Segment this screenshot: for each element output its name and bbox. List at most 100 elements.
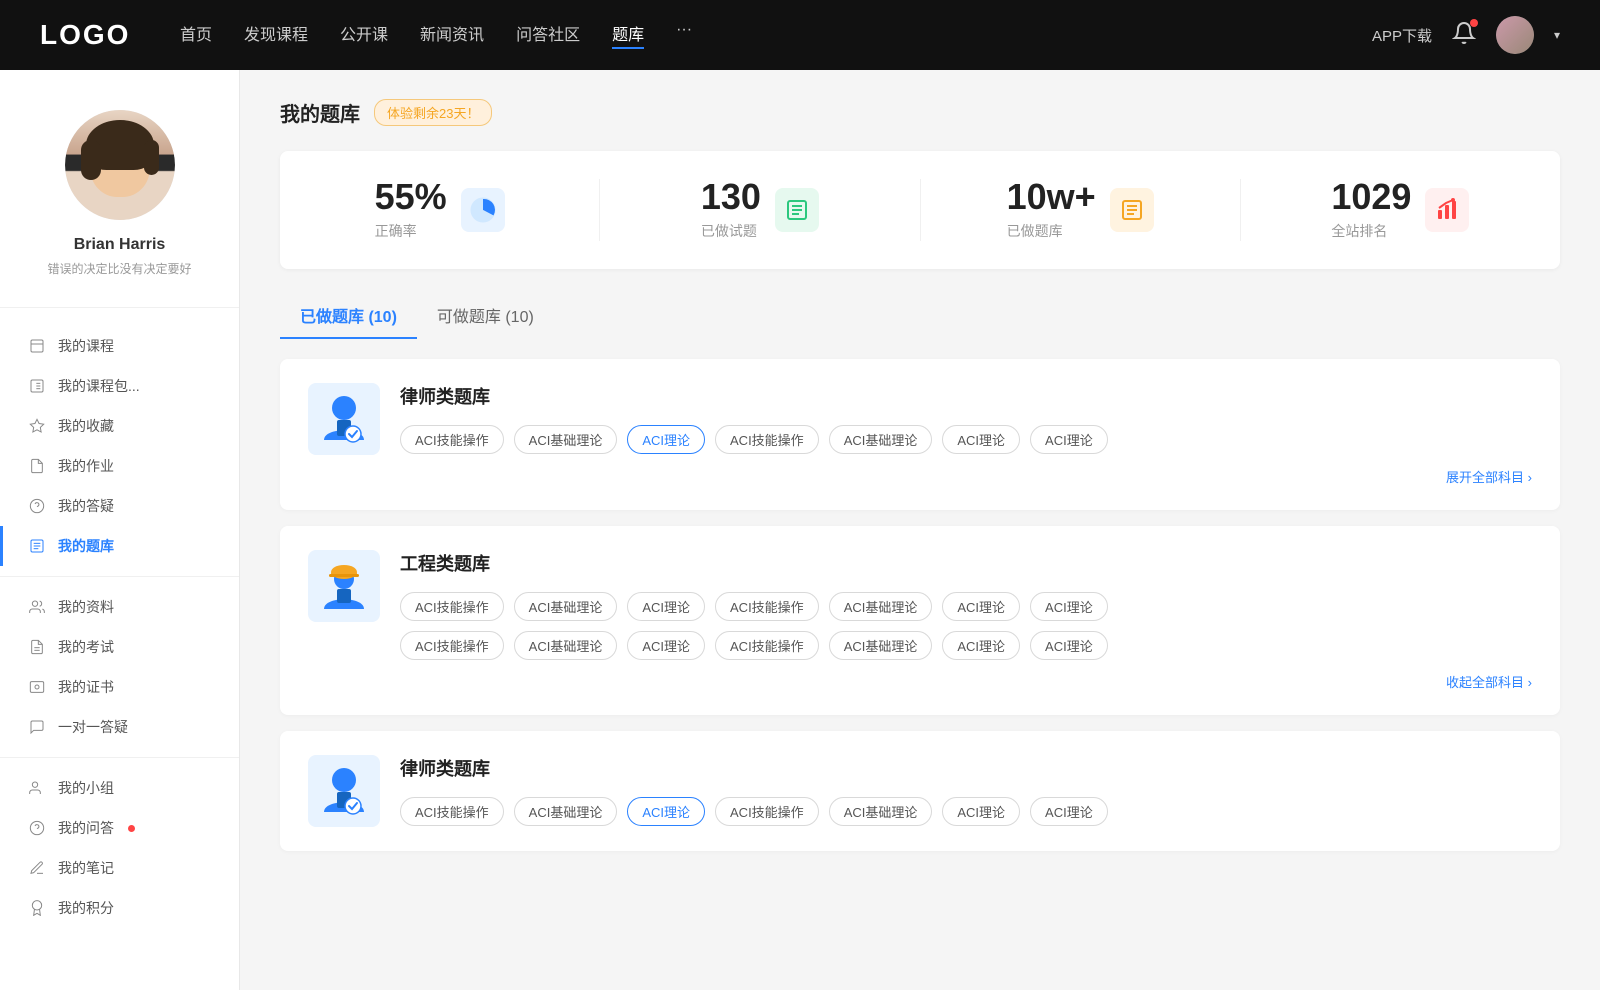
sidebar-item-notes[interactable]: 我的笔记 (0, 848, 239, 888)
sidebar: Brian Harris 错误的决定比没有决定要好 我的课程 我的课程包... (0, 70, 240, 990)
tag-item[interactable]: ACI理论 (942, 797, 1020, 826)
stat-site-rank-label: 全站排名 (1331, 221, 1411, 241)
nav-link-open[interactable]: 公开课 (340, 21, 388, 49)
main-content-area: 我的题库 体验剩余23天！ 55% 正确率 (240, 70, 1600, 990)
nav-link-more[interactable]: ··· (676, 21, 692, 49)
tag-item[interactable]: ACI理论 (942, 592, 1020, 621)
sidebar-divider-3 (0, 757, 239, 758)
stat-accuracy-value: 55% (375, 179, 447, 215)
tag-item[interactable]: ACI基础理论 (829, 425, 933, 454)
sidebar-item-homework[interactable]: 我的作业 (0, 446, 239, 486)
tag-item[interactable]: ACI技能操作 (400, 592, 504, 621)
sidebar-label-questions: 我的问答 (58, 818, 114, 838)
quiz-bank-icon (28, 537, 46, 555)
profile-avatar (65, 110, 175, 220)
sidebar-item-my-courses[interactable]: 我的课程 (0, 326, 239, 366)
stat-accuracy: 55% 正确率 (280, 179, 600, 241)
sidebar-item-certificate[interactable]: 我的证书 (0, 667, 239, 707)
nav-link-quiz[interactable]: 题库 (612, 21, 644, 49)
nav-link-news[interactable]: 新闻资讯 (420, 21, 484, 49)
nav-link-home[interactable]: 首页 (180, 21, 212, 49)
sidebar-item-one-on-one[interactable]: 一对一答疑 (0, 707, 239, 747)
tag-item[interactable]: ACI理论 (1030, 425, 1108, 454)
tag-item[interactable]: ACI理论 (1030, 592, 1108, 621)
page-header: 我的题库 体验剩余23天！ (280, 98, 1560, 127)
sidebar-item-exam[interactable]: 我的考试 (0, 627, 239, 667)
topic-title-engineering: 工程类题库 (400, 550, 1532, 576)
tag-item[interactable]: ACI技能操作 (400, 797, 504, 826)
tag-item[interactable]: ACI理论 (1030, 797, 1108, 826)
topic-icon-lawyer-2 (308, 755, 380, 827)
tag-item[interactable]: ACI理论 (1030, 631, 1108, 660)
sidebar-label-notes: 我的笔记 (58, 858, 114, 878)
tab-available-banks[interactable]: 可做题库 (10) (417, 293, 554, 339)
nav-link-qa[interactable]: 问答社区 (516, 21, 580, 49)
sidebar-item-group[interactable]: 我的小组 (0, 768, 239, 808)
user-menu-chevron[interactable]: ▾ (1554, 28, 1560, 42)
tag-item[interactable]: ACI技能操作 (715, 425, 819, 454)
course-icon (28, 337, 46, 355)
sidebar-item-questions[interactable]: 我的问答 (0, 808, 239, 848)
tab-done-banks[interactable]: 已做题库 (10) (280, 293, 417, 339)
topic-title-lawyer-2: 律师类题库 (400, 755, 1532, 781)
nav-link-discover[interactable]: 发现课程 (244, 21, 308, 49)
sidebar-label-certificate: 我的证书 (58, 677, 114, 697)
sidebar-item-quiz-bank[interactable]: 我的题库 (0, 526, 239, 566)
tag-item[interactable]: ACI技能操作 (400, 631, 504, 660)
tag-item[interactable]: ACI基础理论 (829, 797, 933, 826)
topic-card-lawyer-2: 律师类题库 ACI技能操作 ACI基础理论 ACI理论 ACI技能操作 ACI基… (280, 731, 1560, 851)
questions-icon (28, 819, 46, 837)
tabs-bar: 已做题库 (10) 可做题库 (10) (280, 293, 1560, 339)
stat-done-questions-label: 已做试题 (701, 221, 761, 241)
tag-item-active[interactable]: ACI理论 (627, 425, 705, 454)
sidebar-divider-1 (0, 307, 239, 308)
user-avatar[interactable] (1496, 16, 1534, 54)
topic-title-lawyer: 律师类题库 (400, 383, 1532, 409)
profile-motto: 错误的决定比没有决定要好 (47, 260, 191, 277)
tag-item[interactable]: ACI理论 (942, 631, 1020, 660)
topic-tags-lawyer-2: ACI技能操作 ACI基础理论 ACI理论 ACI技能操作 ACI基础理论 AC… (400, 797, 1532, 826)
tag-item-active[interactable]: ACI理论 (627, 797, 705, 826)
tag-item[interactable]: ACI技能操作 (715, 631, 819, 660)
tag-item[interactable]: ACI基础理论 (514, 425, 618, 454)
sidebar-divider-2 (0, 576, 239, 577)
sidebar-item-course-package[interactable]: 我的课程包... (0, 366, 239, 406)
nav-links: 首页 发现课程 公开课 新闻资讯 问答社区 题库 ··· (180, 21, 1332, 49)
sidebar-label-exam: 我的考试 (58, 637, 114, 657)
sidebar-item-points[interactable]: 我的积分 (0, 888, 239, 928)
tag-item[interactable]: ACI技能操作 (400, 425, 504, 454)
topic-header-engineering: 工程类题库 ACI技能操作 ACI基础理论 ACI理论 ACI技能操作 ACI基… (308, 550, 1532, 660)
tag-item[interactable]: ACI理论 (942, 425, 1020, 454)
topic-header-lawyer-2: 律师类题库 ACI技能操作 ACI基础理论 ACI理论 ACI技能操作 ACI基… (308, 755, 1532, 827)
tag-item[interactable]: ACI基础理论 (514, 592, 618, 621)
done-questions-icon (775, 188, 819, 232)
questions-notification-dot (128, 825, 135, 832)
sidebar-profile: Brian Harris 错误的决定比没有决定要好 (0, 70, 239, 297)
tag-item[interactable]: ACI技能操作 (715, 592, 819, 621)
main-layout: Brian Harris 错误的决定比没有决定要好 我的课程 我的课程包... (0, 70, 1600, 990)
tag-item[interactable]: ACI基础理论 (829, 631, 933, 660)
expand-all-subjects[interactable]: 展开全部科目 › (308, 467, 1532, 486)
tag-item[interactable]: ACI理论 (627, 631, 705, 660)
notification-bell[interactable] (1452, 21, 1476, 50)
tag-item[interactable]: ACI基础理论 (514, 797, 618, 826)
tag-item[interactable]: ACI基础理论 (829, 592, 933, 621)
exam-icon (28, 638, 46, 656)
collapse-all-subjects[interactable]: 收起全部科目 › (308, 672, 1532, 691)
sidebar-label-homework: 我的作业 (58, 456, 114, 476)
done-banks-icon (1110, 188, 1154, 232)
sidebar-item-favorites[interactable]: 我的收藏 (0, 406, 239, 446)
certificate-icon (28, 678, 46, 696)
nav-right: APP下载 ▾ (1372, 16, 1560, 54)
site-rank-icon (1425, 188, 1469, 232)
homework-icon (28, 457, 46, 475)
app-download-button[interactable]: APP下载 (1372, 25, 1432, 46)
one-on-one-icon (28, 718, 46, 736)
page-title: 我的题库 (280, 98, 360, 127)
tag-item[interactable]: ACI技能操作 (715, 797, 819, 826)
sidebar-item-qa[interactable]: 我的答疑 (0, 486, 239, 526)
tag-item[interactable]: ACI理论 (627, 592, 705, 621)
sidebar-item-profile[interactable]: 我的资料 (0, 587, 239, 627)
tag-item[interactable]: ACI基础理论 (514, 631, 618, 660)
stat-done-banks-label: 已做题库 (1007, 221, 1096, 241)
